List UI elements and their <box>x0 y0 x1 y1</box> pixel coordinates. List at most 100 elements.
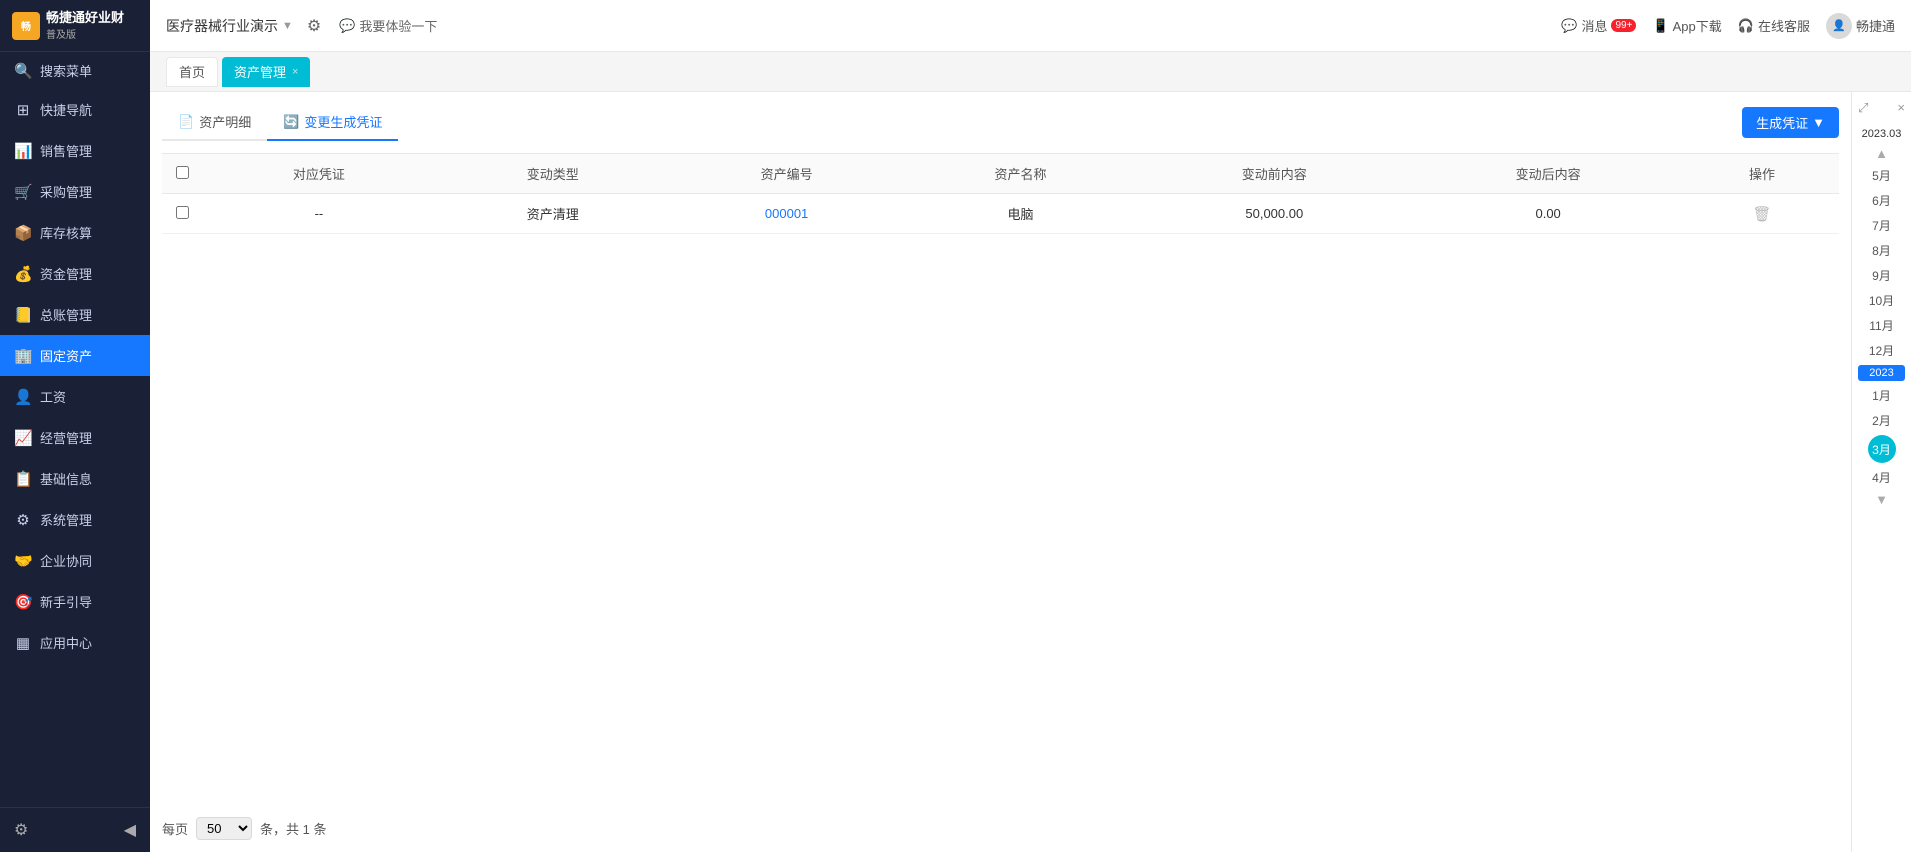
timeline-month-7[interactable]: 7月 <box>1852 213 1911 238</box>
app-center-icon: ▦ <box>14 634 32 652</box>
timeline-month-3-current[interactable]: 3月 <box>1868 435 1896 463</box>
sidebar-item-system[interactable]: ⚙ 系统管理 <box>0 499 150 540</box>
timeline-month-6[interactable]: 6月 <box>1852 188 1911 213</box>
messages-icon: 💬 <box>1561 18 1577 34</box>
feedback-icon: 💬 <box>339 18 355 34</box>
company-selector[interactable]: 医疗器械行业演示 ▼ <box>166 16 293 36</box>
topbar-settings-icon[interactable]: ⚙ <box>307 16 321 36</box>
timeline-month-8[interactable]: 8月 <box>1852 238 1911 263</box>
user-profile[interactable]: 👤 畅捷通 <box>1826 13 1895 39</box>
cell-voucher: -- <box>202 194 436 234</box>
sidebar-item-label: 应用中心 <box>40 633 92 652</box>
sidebar-item-label: 快捷导航 <box>40 100 92 119</box>
row-checkbox-cell <box>162 194 202 234</box>
cell-operation: 🗑 <box>1685 194 1839 234</box>
messages-button[interactable]: 💬 消息 99+ <box>1561 16 1636 35</box>
sidebar-item-finance[interactable]: 💰 资金管理 <box>0 253 150 294</box>
sidebar-item-label: 基础信息 <box>40 469 92 488</box>
timeline-month-1[interactable]: 1月 <box>1852 383 1911 408</box>
sidebar-item-sales[interactable]: 📊 销售管理 <box>0 130 150 171</box>
feedback-button[interactable]: 💬 我要体验一下 <box>339 16 437 35</box>
timeline-close-icon[interactable]: × <box>1897 100 1905 115</box>
tabbar: 首页 资产管理 × <box>150 52 1911 92</box>
subtabs: 📄 资产明细 🔄 变更生成凭证 <box>162 104 398 141</box>
timeline-year-2023[interactable]: 2023 <box>1858 365 1905 381</box>
sidebar-item-label: 总账管理 <box>40 305 92 324</box>
cell-asset-code: 000001 <box>670 194 904 234</box>
sidebar-item-label: 库存核算 <box>40 223 92 242</box>
settings-bottom-icon[interactable]: ⚙ <box>14 820 28 840</box>
tab-close-icon[interactable]: × <box>292 66 298 78</box>
generate-voucher-button[interactable]: 生成凭证 ▼ <box>1742 107 1839 138</box>
timeline-month-10[interactable]: 10月 <box>1852 288 1911 313</box>
table-header-row: 对应凭证 变动类型 资产编号 资产名称 变动前内容 变动后内容 操作 <box>162 154 1839 194</box>
sidebar-item-inventory[interactable]: 📦 库存核算 <box>0 212 150 253</box>
sidebar-item-label: 系统管理 <box>40 510 92 529</box>
messages-label: 消息 <box>1581 16 1607 35</box>
timeline-month-4[interactable]: 4月 <box>1852 465 1911 490</box>
online-service-label: 在线客服 <box>1758 16 1810 35</box>
subtab-asset-detail-label: 资产明细 <box>199 112 251 131</box>
generate-dropdown-icon: ▼ <box>1812 115 1825 130</box>
th-after-change: 变动后内容 <box>1411 154 1685 194</box>
subtab-change-voucher[interactable]: 🔄 变更生成凭证 <box>267 104 398 141</box>
sidebar-item-operations[interactable]: 📈 经营管理 <box>0 417 150 458</box>
sidebar-item-app-center[interactable]: ▦ 应用中心 <box>0 622 150 663</box>
timeline-expand-icon[interactable]: ⤢ <box>1858 100 1868 116</box>
app-download-button[interactable]: 📱 App下载 <box>1652 16 1721 35</box>
sidebar-logo: 畅 畅捷通好业财 普及版 <box>0 0 150 52</box>
sidebar-item-salary[interactable]: 👤 工资 <box>0 376 150 417</box>
timeline-month-2[interactable]: 2月 <box>1852 408 1911 433</box>
main-panel: 📄 资产明细 🔄 变更生成凭证 生成凭证 ▼ <box>150 92 1851 852</box>
timeline-month-5[interactable]: 5月 <box>1852 163 1911 188</box>
search-icon: 🔍 <box>14 62 32 80</box>
fixed-assets-icon: 🏢 <box>14 347 32 365</box>
select-all-checkbox[interactable] <box>176 166 189 179</box>
asset-detail-icon: 📄 <box>178 114 194 130</box>
basic-info-icon: 📋 <box>14 470 32 488</box>
sidebar-item-fixed-assets[interactable]: 🏢 固定资产 <box>0 335 150 376</box>
subtab-asset-detail[interactable]: 📄 资产明细 <box>162 104 267 141</box>
app-download-label: App下载 <box>1673 16 1722 35</box>
main-area: 医疗器械行业演示 ▼ ⚙ 💬 我要体验一下 💬 消息 99+ 📱 App下载 🎧… <box>150 0 1911 852</box>
sidebar-item-ledger[interactable]: 📒 总账管理 <box>0 294 150 335</box>
th-asset-name: 资产名称 <box>904 154 1138 194</box>
row-checkbox[interactable] <box>176 206 189 219</box>
timeline-month-11[interactable]: 11月 <box>1852 313 1911 338</box>
sidebar-item-basic-info[interactable]: 📋 基础信息 <box>0 458 150 499</box>
th-voucher: 对应凭证 <box>202 154 436 194</box>
logo-text: 畅捷通好业财 普及版 <box>46 10 124 41</box>
tab-home[interactable]: 首页 <box>166 57 218 87</box>
user-label: 畅捷通 <box>1856 16 1895 35</box>
finance-icon: 💰 <box>14 265 32 283</box>
per-page-select[interactable]: 10 20 50 100 <box>196 817 252 840</box>
guide-icon: 🎯 <box>14 593 32 611</box>
delete-row-icon[interactable]: 🗑 <box>1753 206 1772 223</box>
change-voucher-icon: 🔄 <box>283 114 299 130</box>
sidebar-item-enterprise[interactable]: 🤝 企业协同 <box>0 540 150 581</box>
sidebar-item-quick-nav[interactable]: ⊞ 快捷导航 <box>0 89 150 130</box>
sidebar-search[interactable]: 🔍 搜索菜单 <box>0 52 150 89</box>
salary-icon: 👤 <box>14 388 32 406</box>
sidebar-item-guide[interactable]: 🎯 新手引导 <box>0 581 150 622</box>
sidebar: 畅 畅捷通好业财 普及版 🔍 搜索菜单 ⊞ 快捷导航 📊 销售管理 🛒 采购管理… <box>0 0 150 852</box>
system-icon: ⚙ <box>14 511 32 529</box>
feedback-label: 我要体验一下 <box>359 16 437 35</box>
tab-asset-management[interactable]: 资产管理 × <box>222 57 310 87</box>
th-before-change: 变动前内容 <box>1137 154 1411 194</box>
online-service-button[interactable]: 🎧 在线客服 <box>1738 16 1810 35</box>
panel-header: 📄 资产明细 🔄 变更生成凭证 生成凭证 ▼ <box>162 104 1839 141</box>
th-checkbox <box>162 154 202 194</box>
sidebar-item-label: 固定资产 <box>40 346 92 365</box>
online-service-icon: 🎧 <box>1738 18 1754 34</box>
th-asset-code: 资产编号 <box>670 154 904 194</box>
sidebar-item-label: 工资 <box>40 387 66 406</box>
timeline-scroll-up[interactable]: ▲ <box>1875 146 1888 161</box>
timeline-month-12[interactable]: 12月 <box>1852 338 1911 363</box>
timeline-month-9[interactable]: 9月 <box>1852 263 1911 288</box>
sidebar-item-label: 经营管理 <box>40 428 92 447</box>
asset-table: 对应凭证 变动类型 资产编号 资产名称 变动前内容 变动后内容 操作 <box>162 153 1839 234</box>
timeline-scroll-down[interactable]: ▼ <box>1875 492 1888 507</box>
sidebar-item-purchase[interactable]: 🛒 采购管理 <box>0 171 150 212</box>
collapse-sidebar-icon[interactable]: ◀ <box>124 820 136 840</box>
